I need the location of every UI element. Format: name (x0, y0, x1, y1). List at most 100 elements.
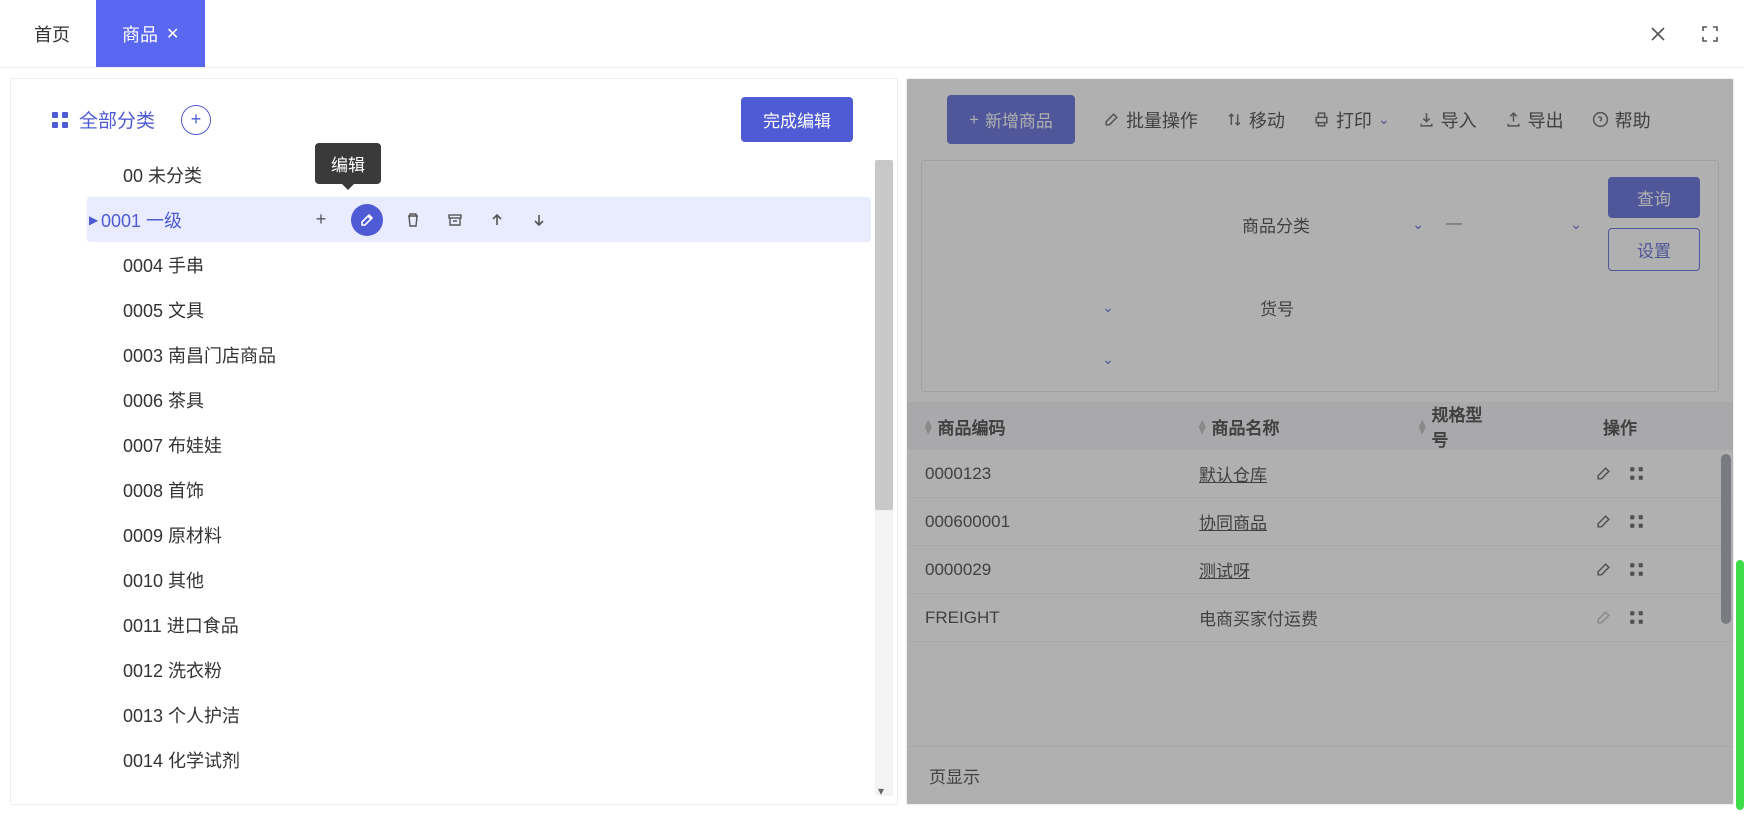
category-item[interactable]: 0005 文具 (97, 287, 871, 332)
product-link[interactable]: 默认仓库 (1199, 461, 1267, 486)
tab-product-label: 商品 (122, 21, 158, 47)
table-row[interactable]: 000600001 协同商品 (907, 498, 1733, 546)
print-label: 打印 (1336, 107, 1372, 133)
category-item[interactable]: 0004 手串 (97, 242, 871, 287)
category-item[interactable]: 00 未分类 (97, 152, 871, 197)
product-link[interactable]: 协同商品 (1199, 509, 1267, 534)
batch-button[interactable]: 批量操作 (1103, 107, 1198, 133)
help-label: 帮助 (1615, 107, 1651, 133)
tab-home-label: 首页 (34, 21, 70, 47)
table-row[interactable]: 0000029 测试呀 (907, 546, 1733, 594)
cell-code: FREIGHT (907, 608, 1187, 628)
product-panel: + 新增商品 批量操作 移动 打印 ⌄ 导入 (906, 78, 1734, 805)
th-spec[interactable]: ▴▾规格型号 (1407, 402, 1507, 451)
category-label: 0004 手串 (123, 252, 204, 278)
category-panel: 全部分类 + 完成编辑 编辑 00 未分类 ▶ 0001 一级 + (10, 78, 898, 805)
move-button[interactable]: 移动 (1226, 107, 1285, 133)
move-down-icon[interactable] (527, 208, 551, 232)
activity-indicator (1736, 560, 1744, 810)
category-item[interactable]: 0003 南昌门店商品 (97, 332, 871, 377)
sort-icon: ▴▾ (925, 419, 932, 433)
filter-field-select[interactable]: ⌄ (940, 291, 1120, 323)
scrollbar-thumb[interactable] (875, 160, 893, 510)
delete-icon[interactable] (401, 208, 425, 232)
tab-product[interactable]: 商品 ✕ (96, 0, 205, 67)
chevron-down-icon: ⌄ (1570, 216, 1582, 233)
category-item[interactable]: 0010 其他 (97, 557, 871, 602)
row-more-icon[interactable] (1628, 513, 1645, 530)
table-row[interactable]: 0000123 默认仓库 (907, 450, 1733, 498)
row-edit-icon[interactable] (1595, 465, 1612, 482)
import-button[interactable]: 导入 (1418, 107, 1477, 133)
expand-icon[interactable]: ▶ (89, 213, 98, 227)
table-row[interactable]: FREIGHT 电商买家付运费 (907, 594, 1733, 642)
filter-field2-select[interactable]: ⌄ (940, 343, 1120, 375)
batch-label: 批量操作 (1126, 107, 1198, 133)
move-up-icon[interactable] (485, 208, 509, 232)
category-item[interactable]: 0013 个人护洁 (97, 692, 871, 737)
category-item[interactable]: 0006 茶具 (97, 377, 871, 422)
row-edit-icon (1595, 609, 1612, 626)
close-all-button[interactable] (1638, 14, 1678, 54)
tab-home[interactable]: 首页 (8, 0, 96, 67)
per-page-label: 页显示 (929, 763, 980, 788)
add-child-icon[interactable]: + (309, 208, 333, 232)
category-label: 0010 其他 (123, 567, 204, 593)
cell-op (1507, 609, 1733, 626)
row-edit-icon[interactable] (1595, 513, 1612, 530)
product-link[interactable]: 测试呀 (1199, 557, 1250, 582)
close-icon[interactable]: ✕ (166, 24, 179, 44)
export-label: 导出 (1528, 107, 1564, 133)
category-item[interactable]: 0008 首饰 (97, 467, 871, 512)
th-name[interactable]: ▴▾商品名称 (1187, 414, 1407, 439)
category-item[interactable]: 0009 原材料 (97, 512, 871, 557)
category-from-select[interactable]: ⌄ (1320, 208, 1430, 240)
sort-icon: ▴▾ (1419, 419, 1426, 433)
help-button[interactable]: 帮助 (1592, 107, 1651, 133)
category-item[interactable]: 0014 化学试剂 (97, 737, 871, 782)
cell-name: 默认仓库 (1187, 461, 1407, 486)
import-icon (1418, 111, 1435, 128)
toolbar: + 新增商品 批量操作 移动 打印 ⌄ 导入 (907, 79, 1733, 158)
all-categories-link[interactable]: 全部分类 (79, 106, 155, 133)
export-button[interactable]: 导出 (1505, 107, 1564, 133)
table-header: ▴▾商品编码 ▴▾商品名称 ▴▾规格型号 操作 (907, 402, 1733, 450)
category-label: 0005 文具 (123, 297, 204, 323)
scrollbar-track[interactable]: ▾ (875, 160, 893, 796)
plus-icon: + (969, 110, 979, 130)
add-category-button[interactable]: + (181, 105, 211, 135)
table-scrollbar[interactable] (1721, 454, 1731, 624)
pagination: 页显示 (907, 746, 1733, 804)
query-button[interactable]: 查询 (1608, 177, 1700, 218)
category-item[interactable]: 0007 布娃娃 (97, 422, 871, 467)
scroll-down-icon[interactable]: ▾ (878, 784, 884, 798)
chevron-down-icon: ⌄ (1412, 216, 1424, 233)
chevron-down-icon: ⌄ (1378, 111, 1390, 128)
row-more-icon[interactable] (1628, 561, 1645, 578)
fullscreen-button[interactable] (1690, 14, 1730, 54)
th-code[interactable]: ▴▾商品编码 (907, 414, 1187, 439)
archive-icon[interactable] (443, 208, 467, 232)
settings-button[interactable]: 设置 (1608, 228, 1700, 271)
done-edit-button[interactable]: 完成编辑 (741, 97, 853, 142)
help-icon (1592, 111, 1609, 128)
cell-op (1507, 561, 1733, 578)
category-item-selected[interactable]: ▶ 0001 一级 + (87, 197, 871, 242)
range-dash: — (1446, 215, 1462, 233)
print-button[interactable]: 打印 ⌄ (1313, 107, 1390, 133)
cell-code: 0000123 (907, 464, 1187, 484)
category-label: 0006 茶具 (123, 387, 204, 413)
category-label: 0008 首饰 (123, 477, 204, 503)
row-more-icon[interactable] (1628, 465, 1645, 482)
row-edit-icon[interactable] (1595, 561, 1612, 578)
category-item[interactable]: 0012 洗衣粉 (97, 647, 871, 692)
th-op: 操作 (1507, 414, 1733, 439)
category-label: 0012 洗衣粉 (123, 657, 222, 683)
category-to-select[interactable]: ⌄ (1478, 208, 1588, 240)
category-item[interactable]: 0011 进口食品 (97, 602, 871, 647)
add-product-button[interactable]: + 新增商品 (947, 95, 1075, 144)
category-label: 0003 南昌门店商品 (123, 342, 276, 368)
row-more-icon[interactable] (1628, 609, 1645, 626)
edit-icon[interactable] (351, 204, 383, 236)
category-list: 00 未分类 ▶ 0001 一级 + (11, 152, 897, 804)
